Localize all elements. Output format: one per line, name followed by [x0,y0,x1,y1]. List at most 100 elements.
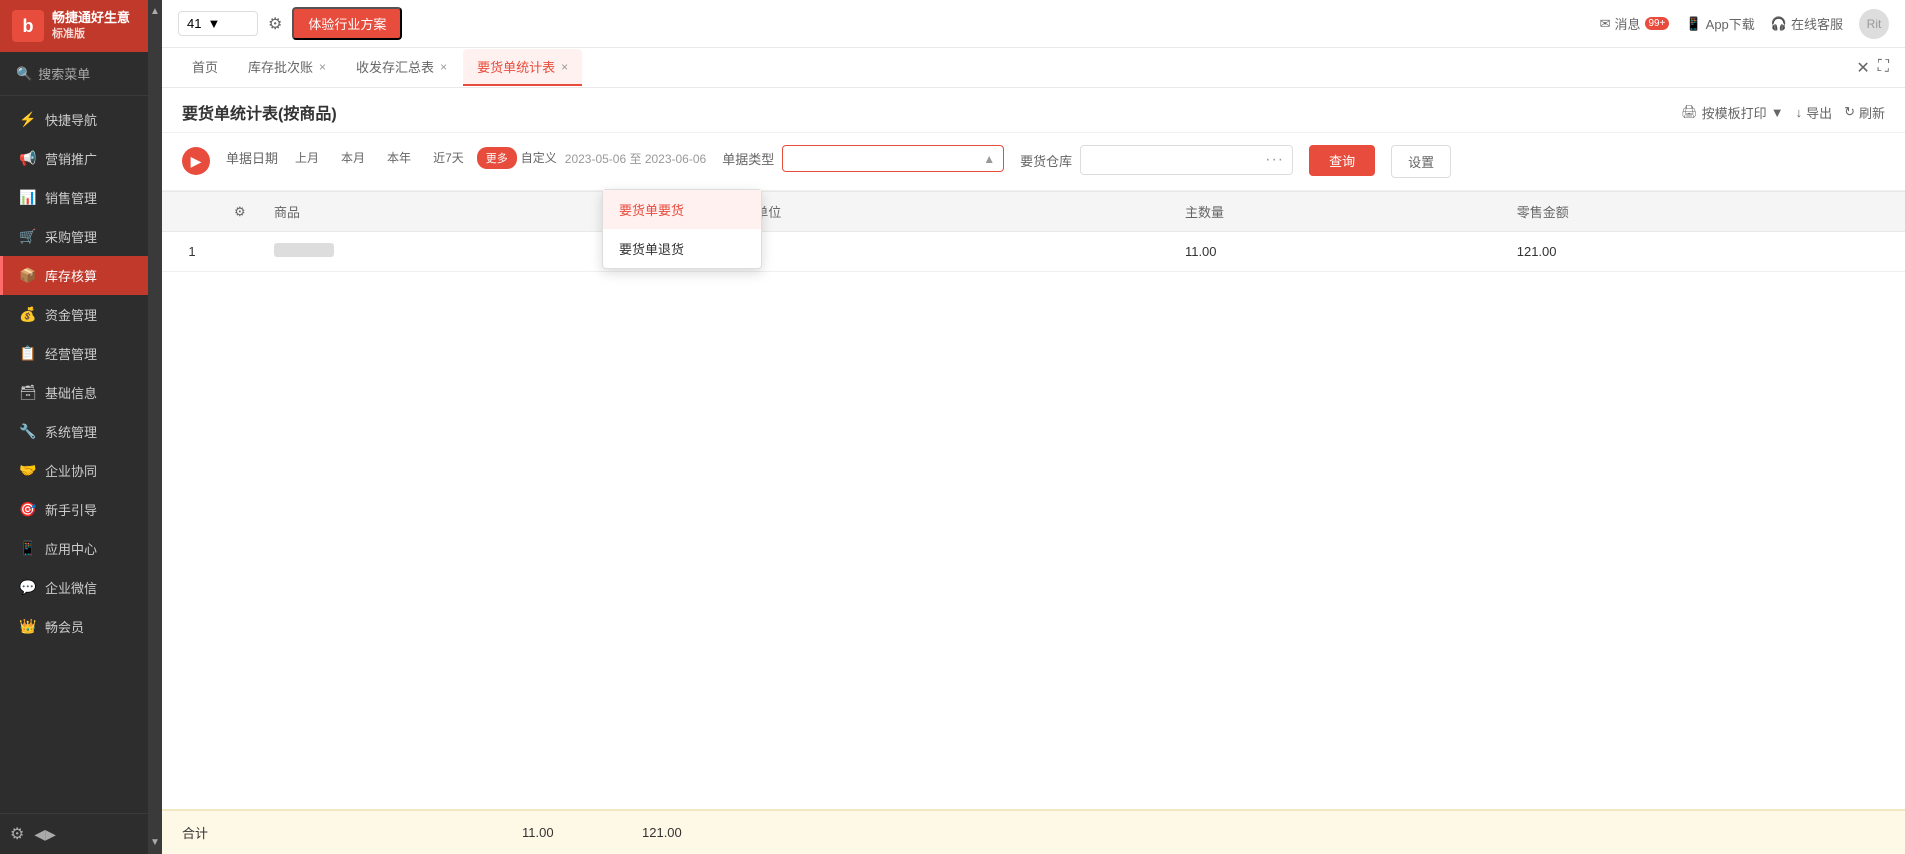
app-download-btn[interactable]: 📱 App下载 [1685,14,1754,33]
sidebar-item-guide[interactable]: 🎯 新手引导 [0,490,148,529]
sidebar-item-label: 应用中心 [45,539,97,558]
data-table: ⚙ 商品 主计量单位 主数量 零售金额 1 [162,191,1905,272]
print-icon: 🖨 [1681,104,1698,120]
date-option-custom[interactable]: 自定义 [521,149,557,166]
sidebar-item-operation[interactable]: 📋 经营管理 [0,334,148,373]
sidebar-item-inventory[interactable]: 📦 库存核算 [0,256,148,295]
refresh-icon: ↻ [1844,104,1855,120]
basic-icon: 🗃 [19,384,35,401]
sidebar-item-wechat[interactable]: 💬 企业微信 [0,568,148,607]
search-menu-btn[interactable]: 🔍 搜索菜单 [10,60,138,87]
refresh-btn[interactable]: ↻ 刷新 [1844,103,1885,122]
collapse-icon[interactable]: ◀▶ [34,826,56,843]
type-input[interactable] [783,146,975,171]
operation-icon: 📋 [19,345,35,362]
online-service-btn[interactable]: 🎧 在线客服 [1771,14,1843,33]
date-option-last-month[interactable]: 上月 [286,145,328,170]
search-icon: 🔍 [16,66,32,82]
messages-btn[interactable]: ✉ 消息 99+ [1600,14,1670,33]
settings-icon[interactable]: ⚙ [10,824,24,844]
user-avatar[interactable]: Rit [1859,9,1889,39]
app-logo: b [12,10,44,42]
promo-button[interactable]: 体验行业方案 [292,7,402,40]
th-seq [162,192,222,232]
total-row: 合计 11.00 121.00 [162,809,1905,854]
cell-seq: 1 [162,232,222,272]
tabs-bar: 首页 库存批次账 × 收发存汇总表 × 要货单统计表 × ✕ ⛶ [162,48,1905,88]
dropdown-item-order-return[interactable]: 要货单退货 [603,229,761,268]
goods-blurred [274,243,334,257]
tab-batch-close[interactable]: × [319,60,326,74]
type-filter-group: 单据类型 ▲ [722,145,1004,172]
sidebar-search-area: 🔍 搜索菜单 [0,52,148,96]
dropdown-item-order-goods[interactable]: 要货单要货 [603,190,761,229]
tabs-right-actions: ✕ ⛶ [1856,58,1889,78]
sidebar-item-label: 系统管理 [45,422,97,441]
messages-label: 消息 [1614,14,1640,33]
tab-order-stat-close[interactable]: × [561,60,568,74]
sidebar-item-finance[interactable]: 💰 资金管理 [0,295,148,334]
th-gear[interactable]: ⚙ [222,192,262,232]
cell-amount: 121.00 [1505,232,1905,272]
expand-btn[interactable]: ⛶ [1878,58,1889,78]
warehouse-input[interactable] [1089,153,1265,168]
export-btn[interactable]: ↓ 导出 [1796,103,1833,122]
topbar-left: 41 ▼ ⚙ 体验行业方案 [178,7,1588,40]
page-actions: 🖨 按模板打印 ▼ ↓ 导出 ↻ 刷新 [1681,103,1885,122]
page-title: 要货单统计表(按商品) [182,100,337,124]
date-option-this-year[interactable]: 本年 [378,145,420,170]
cell-unit: 块 [704,232,1173,272]
sidebar-item-enterprise[interactable]: 🤝 企业协同 [0,451,148,490]
sidebar-item-quick_nav[interactable]: ⚡ 快捷导航 [0,100,148,139]
tab-batch[interactable]: 库存批次账 × [234,49,340,86]
company-selector[interactable]: 41 ▼ [178,11,258,36]
purchase-icon: 🛒 [19,228,35,245]
main-area: 41 ▼ ⚙ 体验行业方案 ✉ 消息 99+ 📱 App下载 🎧 在线客服 Ri… [162,0,1905,854]
sidebar-item-purchase[interactable]: 🛒 采购管理 [0,217,148,256]
scroll-down-arrow[interactable]: ▼ [150,837,160,848]
sidebar-item-label: 库存核算 [45,266,97,285]
enterprise-icon: 🤝 [19,462,35,479]
app-title: 畅捷通好生意 标准版 [52,10,130,41]
tab-order-stat[interactable]: 要货单统计表 × [463,49,582,86]
sidebar-item-sales[interactable]: 📊 销售管理 [0,178,148,217]
date-option-this-month[interactable]: 本月 [332,145,374,170]
date-options: 上月 本月 本年 近7天 更多 自定义 [286,145,557,170]
sidebar-item-label: 经营管理 [45,344,97,363]
warehouse-more-icon[interactable]: ··· [1265,151,1284,169]
tab-dispatch[interactable]: 收发存汇总表 × [342,49,461,86]
date-filter-group: 单据日期 上月 本月 本年 近7天 更多 自定义 2023-05-06 至 20… [226,145,706,170]
sidebar-item-system[interactable]: 🔧 系统管理 [0,412,148,451]
sidebar-item-marketing[interactable]: 📢 营销推广 [0,139,148,178]
column-settings-icon[interactable]: ⚙ [234,204,246,219]
settings-gear-icon[interactable]: ⚙ [268,14,282,34]
sidebar: b 畅捷通好生意 标准版 🔍 搜索菜单 ⚡ 快捷导航 📢 营销推广 📊 销售管理… [0,0,148,854]
sidebar-scroll[interactable]: ▲ ▼ [148,0,162,854]
scroll-up-arrow[interactable]: ▲ [150,6,160,17]
data-table-wrap: ⚙ 商品 主计量单位 主数量 零售金额 1 [162,191,1905,272]
sidebar-item-label: 畅会员 [45,617,84,636]
query-button[interactable]: 查询 [1309,145,1375,176]
message-icon: ✉ [1600,16,1611,32]
filter-expand-btn[interactable]: ▶ [182,147,210,175]
type-dropdown-chevron[interactable]: ▲ [975,152,1003,166]
filter-bar: ▶ 单据日期 上月 本月 本年 近7天 更多 自定义 2023-05-06 至 … [162,133,1905,191]
set-button[interactable]: 设置 [1391,145,1451,178]
guide-icon: 🎯 [19,501,35,518]
total-amount: 121.00 [642,825,762,840]
sidebar-item-app-center[interactable]: 📱 应用中心 [0,529,148,568]
date-option-7days[interactable]: 近7天 [424,145,473,170]
tab-home[interactable]: 首页 [178,49,232,86]
sidebar-item-label: 采购管理 [45,227,97,246]
date-option-more[interactable]: 更多 [477,147,517,169]
tab-batch-label: 库存批次账 [248,57,313,76]
page-header: 要货单统计表(按商品) 🖨 按模板打印 ▼ ↓ 导出 ↻ 刷新 [162,88,1905,133]
print-btn[interactable]: 🖨 按模板打印 ▼ [1681,103,1783,122]
tab-dispatch-close[interactable]: × [440,60,447,74]
sidebar-item-member[interactable]: 👑 畅会员 [0,607,148,646]
finance-icon: 💰 [19,306,35,323]
sidebar-item-basic[interactable]: 🗃 基础信息 [0,373,148,412]
export-icon: ↓ [1796,105,1803,120]
sidebar-header: b 畅捷通好生意 标准版 [0,0,148,52]
close-all-btn[interactable]: ✕ [1856,58,1869,78]
